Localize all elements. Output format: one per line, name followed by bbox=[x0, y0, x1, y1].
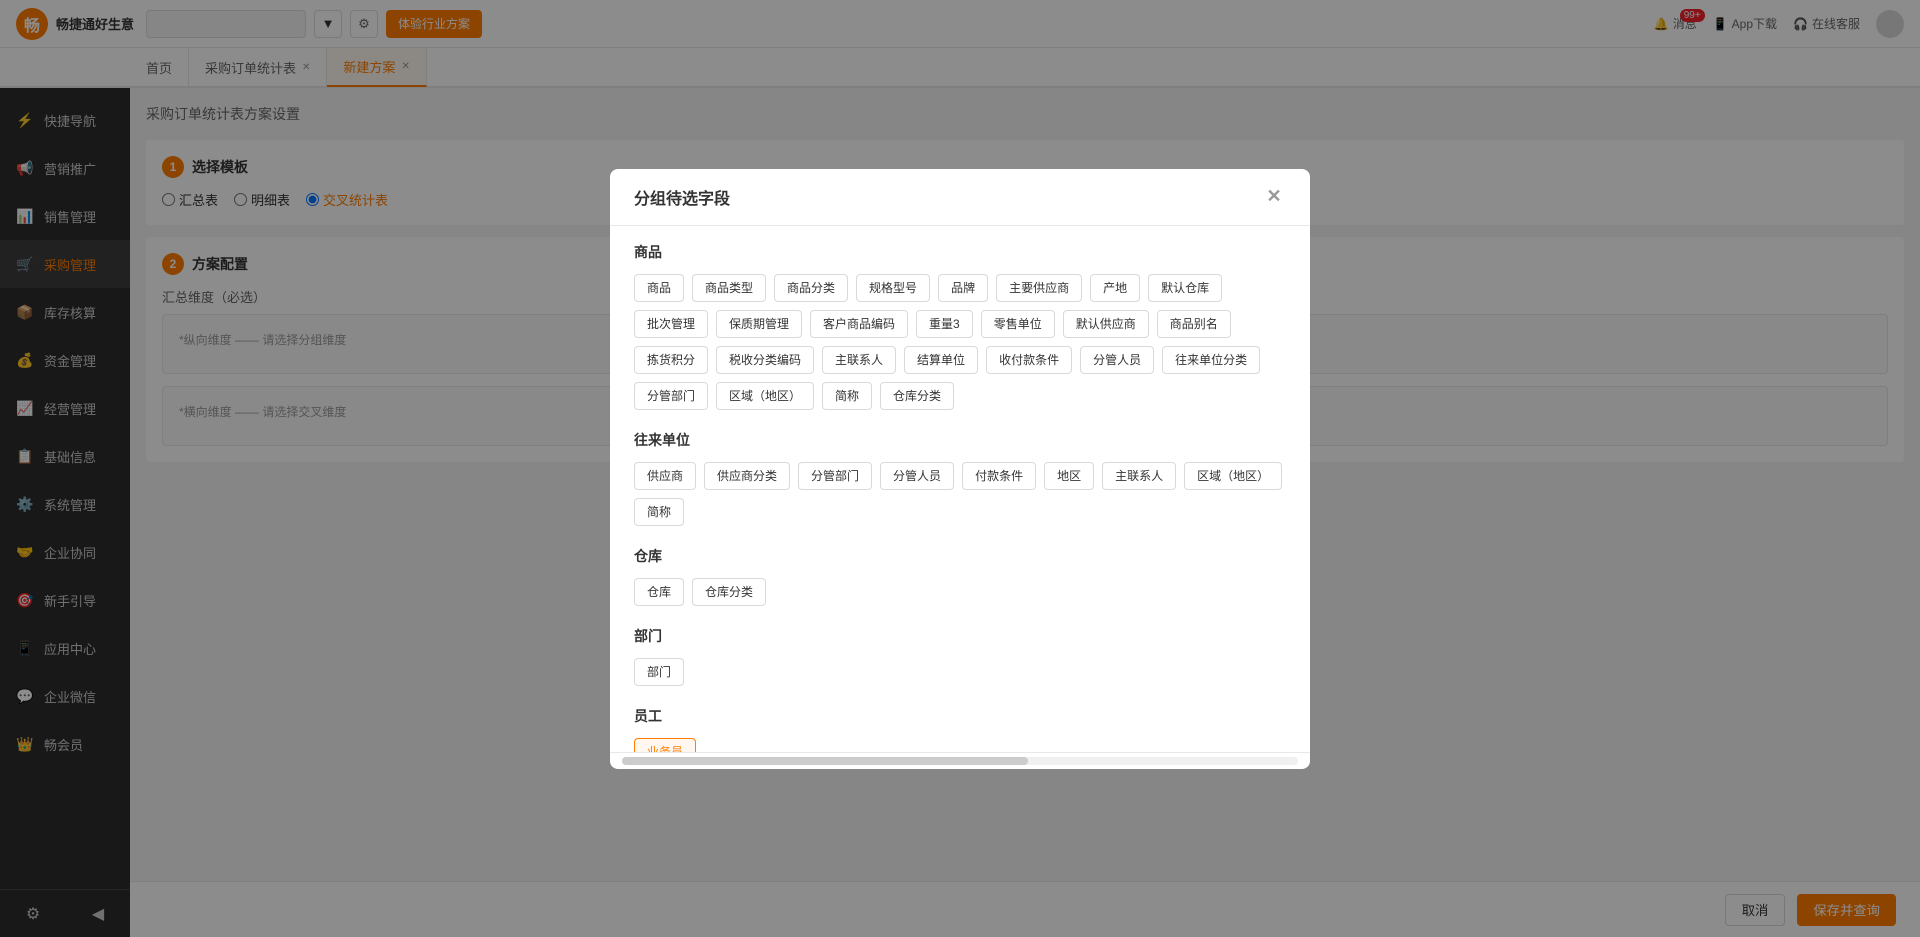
section-partner-title: 往来单位 bbox=[634, 430, 1286, 450]
field-tag[interactable]: 主要供应商 bbox=[996, 274, 1082, 302]
field-tag[interactable]: 产地 bbox=[1090, 274, 1140, 302]
field-tag[interactable]: 简称 bbox=[822, 382, 872, 410]
section-product: 商品 商品 商品类型 商品分类 规格型号 品牌 主要供应商 产地 默认仓库 批次… bbox=[634, 242, 1286, 410]
field-tag[interactable]: 简称 bbox=[634, 498, 684, 526]
field-tag[interactable]: 分管人员 bbox=[1080, 346, 1154, 374]
modal-close-btn[interactable]: ✕ bbox=[1262, 185, 1286, 209]
section-warehouse-fields: 仓库 仓库分类 bbox=[634, 578, 1286, 606]
field-tag[interactable]: 拣货积分 bbox=[634, 346, 708, 374]
field-tag[interactable]: 仓库分类 bbox=[880, 382, 954, 410]
field-tag[interactable]: 往来单位分类 bbox=[1162, 346, 1260, 374]
field-tag[interactable]: 分管人员 bbox=[880, 462, 954, 490]
modal-overlay: 分组待选字段 ✕ 商品 商品 商品类型 商品分类 规格型号 品牌 主要供应商 产… bbox=[0, 0, 1920, 937]
field-tag[interactable]: 结算单位 bbox=[904, 346, 978, 374]
field-tag[interactable]: 商品别名 bbox=[1157, 310, 1231, 338]
field-tag[interactable]: 主联系人 bbox=[1102, 462, 1176, 490]
modal-footer bbox=[610, 752, 1310, 769]
field-tag[interactable]: 品牌 bbox=[938, 274, 988, 302]
field-tag[interactable]: 零售单位 bbox=[981, 310, 1055, 338]
section-employee: 员工 业务员 bbox=[634, 706, 1286, 752]
field-tag[interactable]: 重量3 bbox=[916, 310, 973, 338]
section-warehouse-title: 仓库 bbox=[634, 546, 1286, 566]
field-tag[interactable]: 主联系人 bbox=[822, 346, 896, 374]
section-department-fields: 部门 bbox=[634, 658, 1286, 686]
field-tag[interactable]: 供应商 bbox=[634, 462, 696, 490]
field-tag[interactable]: 分管部门 bbox=[634, 382, 708, 410]
field-tag[interactable]: 仓库 bbox=[634, 578, 684, 606]
field-tag[interactable]: 分管部门 bbox=[798, 462, 872, 490]
section-employee-title: 员工 bbox=[634, 706, 1286, 726]
section-department-title: 部门 bbox=[634, 626, 1286, 646]
field-tag[interactable]: 部门 bbox=[634, 658, 684, 686]
section-warehouse: 仓库 仓库 仓库分类 bbox=[634, 546, 1286, 606]
field-tag[interactable]: 收付款条件 bbox=[986, 346, 1072, 374]
modal-horizontal-scrollbar[interactable] bbox=[622, 757, 1298, 765]
field-tag-employee[interactable]: 业务员 bbox=[634, 738, 696, 752]
modal-scrollbar-thumb bbox=[622, 757, 1028, 765]
field-tag[interactable]: 规格型号 bbox=[856, 274, 930, 302]
section-product-fields: 商品 商品类型 商品分类 规格型号 品牌 主要供应商 产地 默认仓库 批次管理 … bbox=[634, 274, 1286, 410]
field-tag[interactable]: 区域（地区） bbox=[716, 382, 814, 410]
field-tag[interactable]: 默认供应商 bbox=[1063, 310, 1149, 338]
section-partner: 往来单位 供应商 供应商分类 分管部门 分管人员 付款条件 地区 主联系人 区域… bbox=[634, 430, 1286, 526]
field-tag[interactable]: 默认仓库 bbox=[1148, 274, 1222, 302]
field-tag[interactable]: 地区 bbox=[1044, 462, 1094, 490]
field-tag[interactable]: 客户商品编码 bbox=[810, 310, 908, 338]
field-tag[interactable]: 商品分类 bbox=[774, 274, 848, 302]
modal-title: 分组待选字段 bbox=[634, 185, 730, 209]
field-tag[interactable]: 供应商分类 bbox=[704, 462, 790, 490]
section-employee-fields: 业务员 bbox=[634, 738, 1286, 752]
section-partner-fields: 供应商 供应商分类 分管部门 分管人员 付款条件 地区 主联系人 区域（地区） … bbox=[634, 462, 1286, 526]
field-tag[interactable]: 批次管理 bbox=[634, 310, 708, 338]
modal-header: 分组待选字段 ✕ bbox=[610, 169, 1310, 226]
modal-body: 商品 商品 商品类型 商品分类 规格型号 品牌 主要供应商 产地 默认仓库 批次… bbox=[610, 226, 1310, 752]
section-product-title: 商品 bbox=[634, 242, 1286, 262]
modal-dialog: 分组待选字段 ✕ 商品 商品 商品类型 商品分类 规格型号 品牌 主要供应商 产… bbox=[610, 169, 1310, 769]
field-tag[interactable]: 保质期管理 bbox=[716, 310, 802, 338]
field-tag[interactable]: 商品类型 bbox=[692, 274, 766, 302]
field-tag[interactable]: 仓库分类 bbox=[692, 578, 766, 606]
field-tag[interactable]: 商品 bbox=[634, 274, 684, 302]
section-department: 部门 部门 bbox=[634, 626, 1286, 686]
field-tag[interactable]: 区域（地区） bbox=[1184, 462, 1282, 490]
field-tag[interactable]: 税收分类编码 bbox=[716, 346, 814, 374]
field-tag[interactable]: 付款条件 bbox=[962, 462, 1036, 490]
